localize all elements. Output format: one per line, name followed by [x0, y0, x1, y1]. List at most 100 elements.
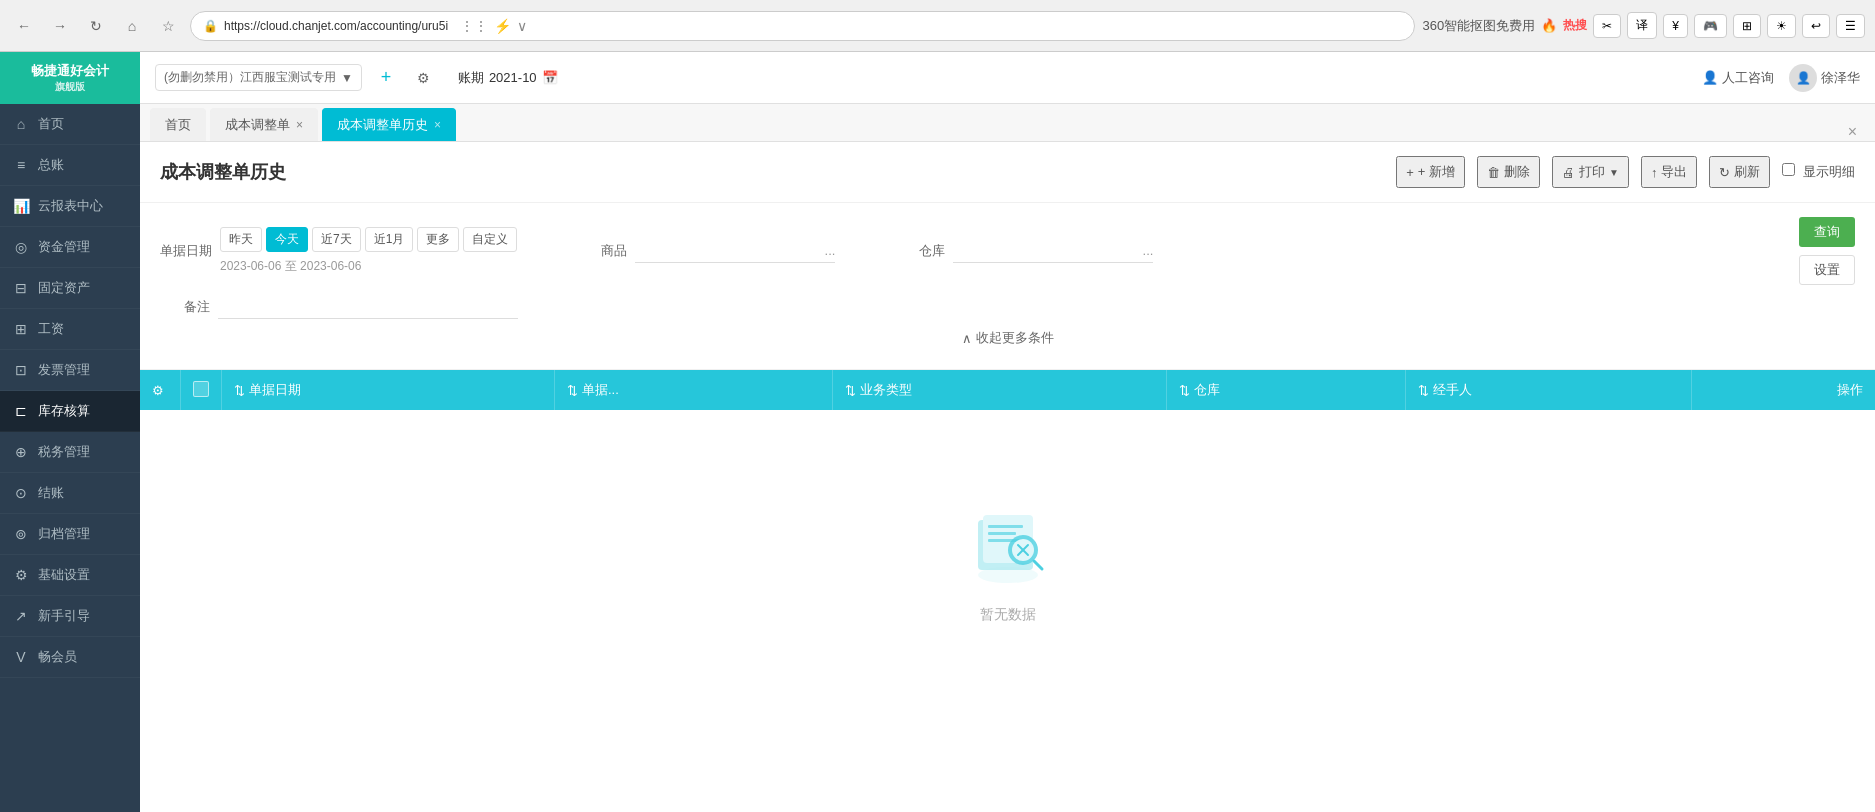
date-btn-today[interactable]: 今天: [266, 227, 308, 252]
table-header: ⚙ ⇅ 单据日期: [140, 370, 1875, 410]
sidebar-item-home[interactable]: ⌂ 首页: [0, 104, 140, 145]
tab-home[interactable]: 首页: [150, 108, 206, 141]
sidebar-item-settle[interactable]: ⊙ 结账: [0, 473, 140, 514]
th-handler-label: 经手人: [1433, 381, 1472, 399]
forward-button[interactable]: →: [46, 12, 74, 40]
th-date[interactable]: ⇅ 单据日期: [221, 370, 554, 410]
filter-date: 单据日期 昨天 今天 近7天 近1月 更多 自定义 2023-06-06 至 2…: [160, 227, 517, 275]
scissors-button[interactable]: ✂: [1593, 14, 1621, 38]
top-bar: (勿删勿禁用）江西服宝测试专用 ▼ + ⚙ 账期 2021-10 📅 👤 人工咨…: [140, 52, 1875, 104]
export-label: 导出: [1661, 163, 1687, 181]
new-button[interactable]: + + 新增: [1396, 156, 1465, 188]
delete-button[interactable]: 🗑 删除: [1477, 156, 1540, 188]
export-button[interactable]: ↑ 导出: [1641, 156, 1698, 188]
hot-search-text: 热搜: [1563, 17, 1587, 34]
refresh-button[interactable]: ↻ 刷新: [1709, 156, 1770, 188]
settle-icon: ⊙: [12, 485, 30, 501]
funds-icon: ◎: [12, 239, 30, 255]
sidebar-item-tax[interactable]: ⊕ 税务管理: [0, 432, 140, 473]
sidebar-item-ledger[interactable]: ≡ 总账: [0, 145, 140, 186]
home-button[interactable]: ⌂: [118, 12, 146, 40]
undo-button[interactable]: ↩: [1802, 14, 1830, 38]
sort-warehouse-icon: ⇅: [1179, 383, 1190, 398]
consult-icon: 👤: [1702, 70, 1718, 85]
th-checkbox[interactable]: [180, 370, 221, 410]
date-btn-custom[interactable]: 自定义: [463, 227, 517, 252]
avatar-icon: 👤: [1796, 71, 1811, 85]
sidebar-item-settings[interactable]: ⚙ 基础设置: [0, 555, 140, 596]
sun-button[interactable]: ☀: [1767, 14, 1796, 38]
print-icon: 🖨: [1562, 165, 1575, 180]
product-filter-label: 商品: [577, 242, 627, 260]
translate-button[interactable]: 译: [1627, 12, 1657, 39]
tab-cost-adjust-history-label: 成本调整单历史: [337, 116, 428, 134]
new-icon: +: [1406, 165, 1414, 180]
show-columns-checkbox-label: 显示明细: [1782, 163, 1855, 181]
tab-cost-adjust-history-close[interactable]: ×: [434, 118, 441, 132]
new-label: + 新增: [1418, 163, 1455, 181]
sidebar-item-reports[interactable]: 📊 云报表中心: [0, 186, 140, 227]
sidebar-item-archive[interactable]: ⊚ 归档管理: [0, 514, 140, 555]
sidebar-item-invoice[interactable]: ⊡ 发票管理: [0, 350, 140, 391]
collapse-button[interactable]: ∧ 收起更多条件: [962, 329, 1054, 347]
sidebar-label-fixed: 固定资产: [38, 279, 90, 297]
date-btn-1month[interactable]: 近1月: [365, 227, 414, 252]
th-warehouse[interactable]: ⇅ 仓库: [1166, 370, 1405, 410]
back-button[interactable]: ←: [10, 12, 38, 40]
game-button[interactable]: 🎮: [1694, 14, 1727, 38]
menu-button[interactable]: ☰: [1836, 14, 1865, 38]
tab-cost-adjust[interactable]: 成本调整单 ×: [210, 108, 318, 141]
print-button[interactable]: 🖨 打印 ▼: [1552, 156, 1629, 188]
date-btn-7days[interactable]: 近7天: [312, 227, 361, 252]
wallet-button[interactable]: ¥: [1663, 14, 1688, 38]
th-number[interactable]: ⇅ 单据...: [554, 370, 833, 410]
sidebar-item-funds[interactable]: ◎ 资金管理: [0, 227, 140, 268]
sidebar-label-vip: 畅会员: [38, 648, 77, 666]
date-btn-yesterday[interactable]: 昨天: [220, 227, 262, 252]
table-container: ⚙ ⇅ 单据日期: [140, 370, 1875, 704]
header-checkbox[interactable]: [193, 381, 209, 397]
apps-button[interactable]: ⊞: [1733, 14, 1761, 38]
bookmark-button[interactable]: ☆: [154, 12, 182, 40]
company-settings-button[interactable]: ⚙: [410, 64, 438, 92]
reload-button[interactable]: ↻: [82, 12, 110, 40]
svg-rect-3: [988, 525, 1023, 528]
warehouse-filter-label: 仓库: [895, 242, 945, 260]
th-gear[interactable]: ⚙: [140, 370, 180, 410]
th-type[interactable]: ⇅ 业务类型: [833, 370, 1166, 410]
consult-button[interactable]: 👤 人工咨询: [1702, 69, 1774, 87]
filter-area: 单据日期 昨天 今天 近7天 近1月 更多 自定义 2023-06-06 至 2…: [140, 203, 1875, 370]
user-button[interactable]: 👤 徐泽华: [1789, 64, 1860, 92]
warehouse-select[interactable]: ...: [953, 239, 1153, 263]
empty-text: 暂无数据: [980, 606, 1036, 624]
sidebar-label-wages: 工资: [38, 320, 64, 338]
query-button[interactable]: 查询: [1799, 217, 1855, 247]
consult-label: 人工咨询: [1722, 69, 1774, 87]
company-select[interactable]: (勿删勿禁用）江西服宝测试专用 ▼: [155, 64, 362, 91]
close-all-tabs-button[interactable]: ×: [1840, 123, 1865, 141]
product-select[interactable]: ...: [635, 239, 835, 263]
app-container: 畅捷通好会计 旗舰版 ⌂ 首页 ≡ 总账 📊 云报表中心 ◎ 资金管理 ⊟ 固定: [0, 52, 1875, 812]
th-warehouse-label: 仓库: [1194, 381, 1220, 399]
sidebar-item-wages[interactable]: ⊞ 工资: [0, 309, 140, 350]
address-bar[interactable]: 🔒 https://cloud.chanjet.com/accounting/u…: [190, 11, 1415, 41]
sidebar-item-inventory[interactable]: ⊏ 库存核算: [0, 391, 140, 432]
add-company-button[interactable]: +: [372, 64, 400, 92]
th-handler[interactable]: ⇅ 经手人: [1406, 370, 1692, 410]
sidebar-item-vip[interactable]: V 畅会员: [0, 637, 140, 678]
vip-icon: V: [12, 649, 30, 665]
th-number-label: 单据...: [582, 381, 619, 399]
sidebar-item-fixed[interactable]: ⊟ 固定资产: [0, 268, 140, 309]
show-columns-checkbox[interactable]: [1782, 163, 1795, 176]
filter-warehouse: 仓库 ...: [895, 239, 1153, 263]
remark-input[interactable]: [218, 295, 518, 319]
sidebar-label-settle: 结账: [38, 484, 64, 502]
svg-line-8: [1034, 561, 1042, 569]
sidebar-item-guide[interactable]: ↗ 新手引导: [0, 596, 140, 637]
th-date-label: 单据日期: [249, 381, 301, 399]
tab-cost-adjust-history[interactable]: 成本调整单历史 ×: [322, 108, 456, 141]
period-info: 账期 2021-10 📅: [458, 69, 558, 87]
settings-button[interactable]: 设置: [1799, 255, 1855, 285]
date-btn-more[interactable]: 更多: [417, 227, 459, 252]
tab-cost-adjust-close[interactable]: ×: [296, 118, 303, 132]
